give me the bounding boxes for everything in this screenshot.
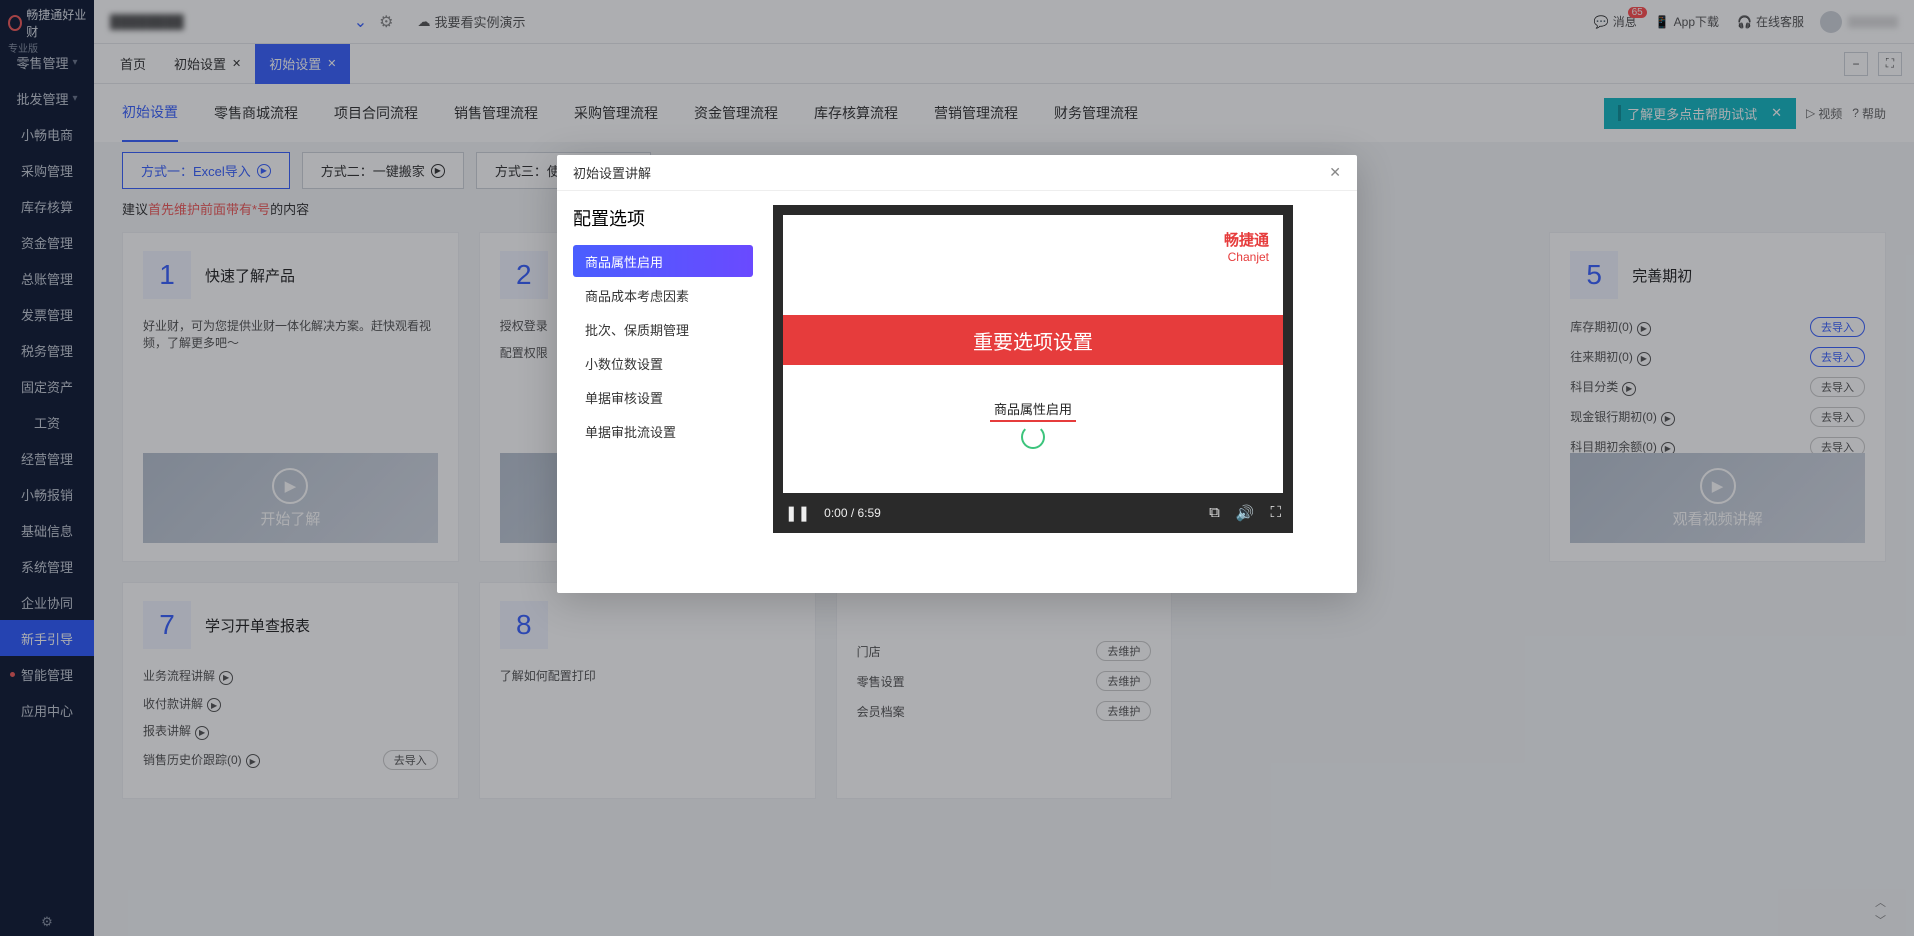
modal-option-2[interactable]: 批次、保质期管理 [573,313,753,345]
video-subtitle: 商品属性启用 [783,399,1283,422]
modal-option-0[interactable]: 商品属性启用 [573,245,753,277]
modal-option-1[interactable]: 商品成本考虑因素 [573,279,753,311]
modal-option-5[interactable]: 单据审批流设置 [573,415,753,447]
modal-title: 初始设置讲解 [573,163,651,182]
modal-section: 配置选项 [573,205,753,231]
pip-button[interactable]: ⧉ [1209,504,1220,522]
modal-option-3[interactable]: 小数位数设置 [573,347,753,379]
video-player: 畅捷通 Chanjet 重要选项设置 商品属性启用 ❚❚ 0:00 / 6:59… [773,205,1293,533]
pause-button[interactable]: ❚❚ [785,504,810,522]
volume-button[interactable]: 🔊 [1236,504,1255,522]
video-controls: ❚❚ 0:00 / 6:59 ⧉ 🔊 ⛶ [773,493,1293,533]
modal: 初始设置讲解 ✕ 配置选项 商品属性启用商品成本考虑因素批次、保质期管理小数位数… [557,155,1357,593]
fullscreen-button[interactable]: ⛶ [1270,504,1281,522]
video-time: 0:00 / 6:59 [824,506,881,520]
video-headline: 重要选项设置 [783,315,1283,365]
video-brand: 畅捷通 Chanjet [1224,229,1269,264]
loading-spinner-icon [1021,425,1045,449]
modal-close-icon[interactable]: ✕ [1329,164,1341,181]
modal-overlay[interactable]: 初始设置讲解 ✕ 配置选项 商品属性启用商品成本考虑因素批次、保质期管理小数位数… [0,0,1914,936]
modal-option-4[interactable]: 单据审核设置 [573,381,753,413]
